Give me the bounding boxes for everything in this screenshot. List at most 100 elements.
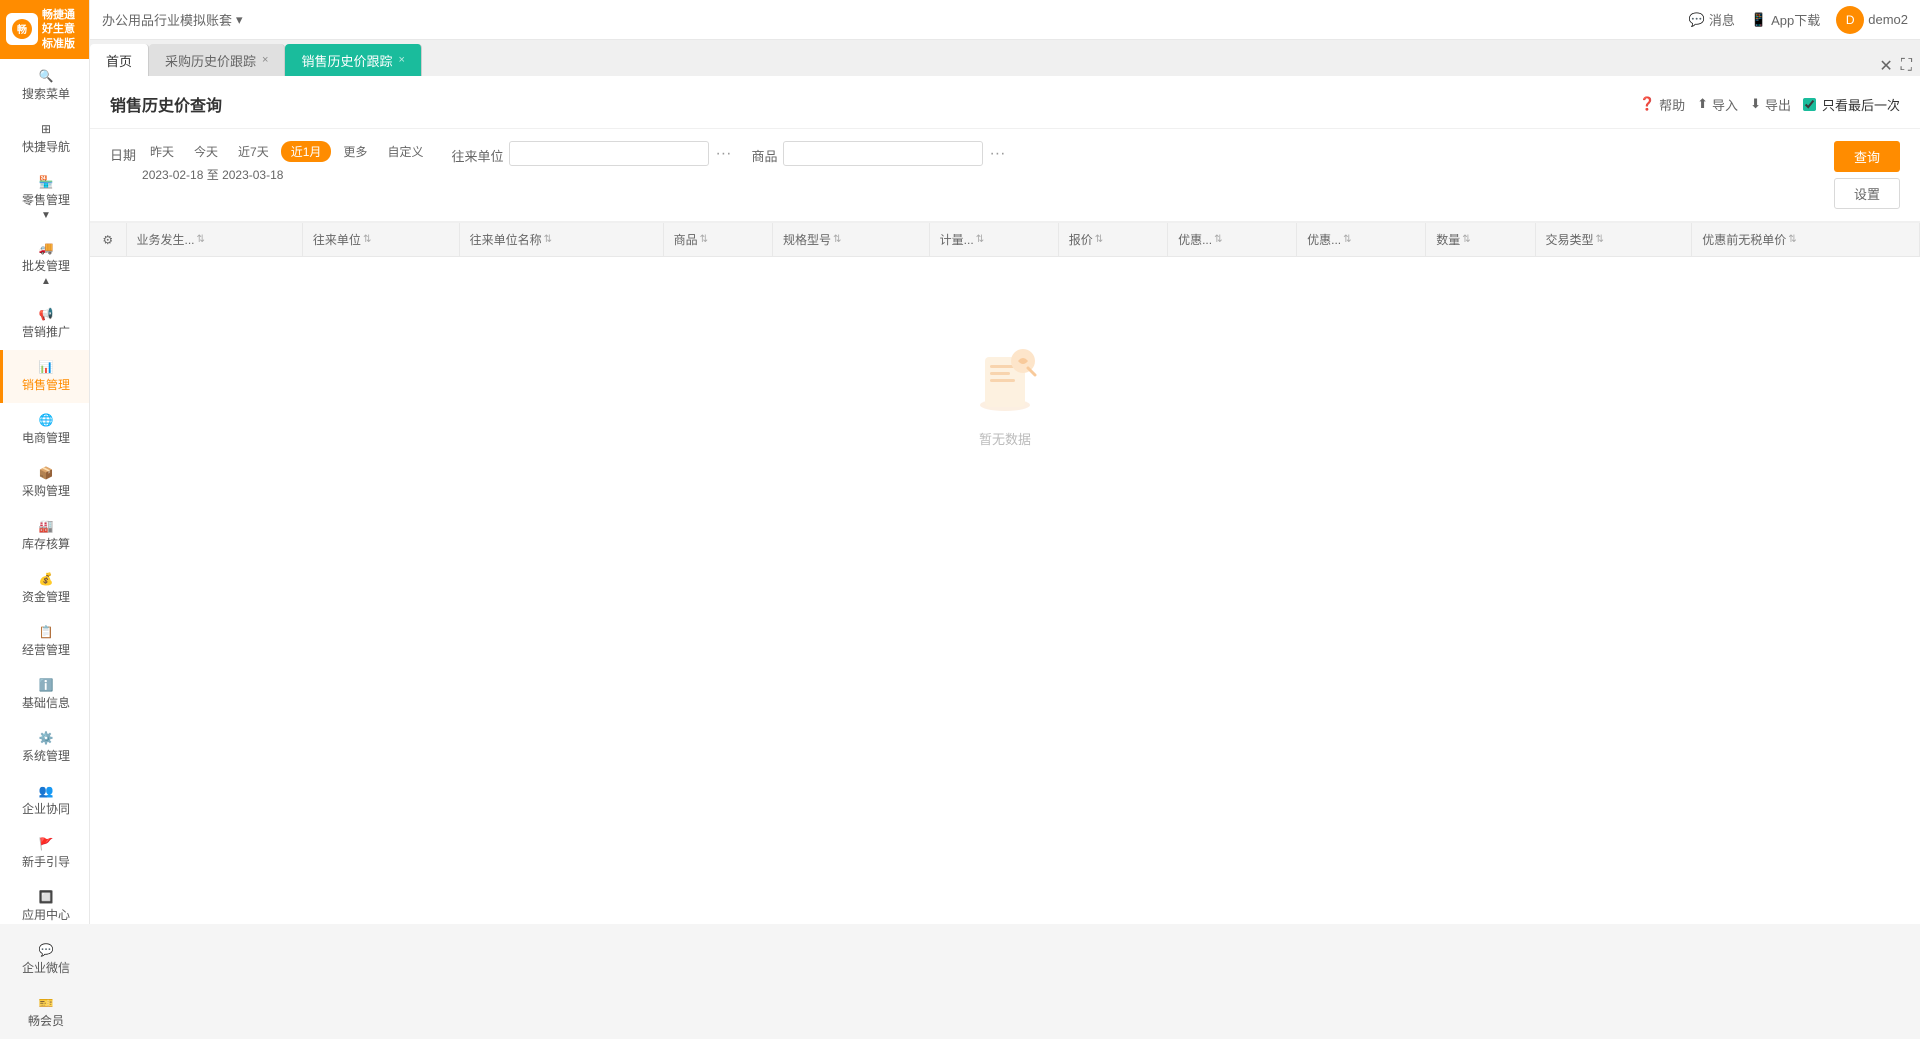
export-action[interactable]: ⬇ 导出 xyxy=(1750,95,1791,114)
close-window-icon[interactable]: ✕ xyxy=(1879,56,1892,76)
apps-icon: 🔲 xyxy=(39,890,54,904)
dropdown-icon: ▾ xyxy=(236,12,243,28)
search-icon: 🔍 xyxy=(39,69,54,83)
date-filter-label: 日期 xyxy=(110,141,136,164)
goods-filter: 商品 ··· xyxy=(751,141,1005,166)
sidebar-item-label: 畅会员 xyxy=(28,1012,64,1029)
date-btn-7days[interactable]: 近7天 xyxy=(230,141,277,162)
only-last-label: 只看最后一次 xyxy=(1822,95,1900,114)
partner-picker-icon[interactable]: ··· xyxy=(715,145,731,163)
only-last-checkbox[interactable] xyxy=(1803,98,1816,111)
sidebar-item-sales[interactable]: 📊 销售管理 xyxy=(0,350,89,403)
export-icon: ⬇ xyxy=(1750,96,1761,112)
sort-icon: ⇅ xyxy=(700,234,708,245)
sidebar-item-search[interactable]: 🔍 搜索菜单 xyxy=(0,59,89,112)
sidebar-item-system[interactable]: ⚙️ 系统管理 xyxy=(0,721,89,774)
box-icon: 📦 xyxy=(39,466,54,480)
date-btn-today[interactable]: 今天 xyxy=(186,141,226,162)
company-selector[interactable]: 办公用品行业模拟账套 ▾ xyxy=(102,10,243,29)
chart-icon: 📊 xyxy=(39,360,54,374)
date-filter: 昨天 今天 近7天 近1月 更多 自定义 2023-02-18 至 2023-0… xyxy=(142,141,431,183)
avatar: D xyxy=(1836,6,1864,34)
sidebar-item-guide[interactable]: 🚩 新手引导 xyxy=(0,827,89,880)
sidebar-item-retail[interactable]: 🏪 零售管理 ▼ xyxy=(0,165,89,231)
col-partner-name: 往来单位名称 ⇅ xyxy=(459,223,663,257)
goods-input[interactable] xyxy=(783,141,983,166)
team-icon: 👥 xyxy=(39,784,54,798)
table-container: ⚙ 业务发生... ⇅ 往来单位 ⇅ xyxy=(90,223,1920,924)
date-btn-custom[interactable]: 自定义 xyxy=(379,141,431,162)
sidebar-item-label: 零售管理 xyxy=(22,191,70,208)
goods-filter-label: 商品 xyxy=(751,142,777,165)
sidebar-item-shortcuts[interactable]: ⊞ 快捷导航 xyxy=(0,112,89,165)
sidebar-item-wholesale[interactable]: 🚚 批发管理 ▲ xyxy=(0,231,89,297)
sort-icon: ⇅ xyxy=(1788,234,1796,245)
tab-label: 首页 xyxy=(106,51,132,70)
gear-icon[interactable]: ⚙ xyxy=(102,233,113,247)
col-partner-code: 往来单位 ⇅ xyxy=(302,223,459,257)
sidebar-item-inventory[interactable]: 🏭 库存核算 xyxy=(0,509,89,562)
date-range-display: 2023-02-18 至 2023-03-18 xyxy=(142,166,431,183)
message-action[interactable]: 💬 消息 xyxy=(1689,10,1735,29)
partner-input[interactable] xyxy=(509,141,709,166)
col-discount1: 优惠... ⇅ xyxy=(1168,223,1297,257)
report-icon: 📋 xyxy=(39,625,54,639)
sidebar-item-label: 资金管理 xyxy=(22,588,70,605)
tab-close-icon[interactable]: × xyxy=(262,54,268,66)
sidebar-item-operations[interactable]: 📋 经营管理 xyxy=(0,615,89,668)
maximize-icon[interactable]: ⛶ xyxy=(1901,57,1912,75)
tab-home[interactable]: 首页 xyxy=(90,44,149,76)
flag-icon: 🚩 xyxy=(39,837,54,851)
help-action[interactable]: ❓ 帮助 xyxy=(1639,95,1685,114)
col-settings: ⚙ xyxy=(90,223,126,257)
sort-icon: ⇅ xyxy=(1095,234,1103,245)
col-spec: 规格型号 ⇅ xyxy=(772,223,929,257)
tab-close-icon[interactable]: × xyxy=(398,54,404,66)
sidebar-item-finance[interactable]: 💰 资金管理 xyxy=(0,562,89,615)
sidebar-item-wechat[interactable]: 💬 企业微信 xyxy=(0,933,89,986)
sidebar-item-appstore[interactable]: 🔲 应用中心 xyxy=(0,880,89,933)
data-table: ⚙ 业务发生... ⇅ 往来单位 ⇅ xyxy=(90,223,1920,257)
message-icon: 💬 xyxy=(1689,12,1705,28)
user-menu[interactable]: D demo2 xyxy=(1836,6,1908,34)
main-content: 办公用品行业模拟账套 ▾ 💬 消息 📱 App下载 D demo2 首页 采购历… xyxy=(90,0,1920,924)
import-action[interactable]: ⬆ 导入 xyxy=(1697,95,1738,114)
query-button[interactable]: 查询 xyxy=(1834,141,1900,172)
col-unit: 计量... ⇅ xyxy=(929,223,1058,257)
sidebar-item-ecommerce[interactable]: 🌐 电商管理 xyxy=(0,403,89,456)
page-title: 销售历史价查询 xyxy=(110,92,222,116)
tab-purchase-history[interactable]: 采购历史价跟踪 × xyxy=(149,44,285,76)
app-name: 畅捷通好生意 标准版 xyxy=(42,8,83,51)
sidebar: 畅 畅捷通好生意 标准版 🔍 搜索菜单 ⊞ 快捷导航 🏪 零售管理 ▼ 🚚 批发… xyxy=(0,0,90,924)
sidebar-item-purchase[interactable]: 📦 采购管理 xyxy=(0,456,89,509)
globe-icon: 🌐 xyxy=(39,413,54,427)
date-btn-yesterday[interactable]: 昨天 xyxy=(142,141,182,162)
sidebar-item-label: 销售管理 xyxy=(22,376,70,393)
date-btn-1month[interactable]: 近1月 xyxy=(281,141,332,162)
user-name: demo2 xyxy=(1868,12,1908,27)
app-logo[interactable]: 畅 畅捷通好生意 标准版 xyxy=(0,0,89,59)
sort-icon: ⇅ xyxy=(976,234,984,245)
col-trade-type: 交易类型 ⇅ xyxy=(1535,223,1692,257)
settings-button[interactable]: 设置 xyxy=(1834,178,1900,209)
sidebar-item-label: 电商管理 xyxy=(22,429,70,446)
goods-picker-icon[interactable]: ··· xyxy=(989,145,1005,163)
sort-icon: ⇅ xyxy=(363,234,371,245)
date-btn-more[interactable]: 更多 xyxy=(335,141,375,162)
sidebar-item-label: 营销推广 xyxy=(22,323,70,340)
date-options: 昨天 今天 近7天 近1月 更多 自定义 xyxy=(142,141,431,162)
app-download-action[interactable]: 📱 App下载 xyxy=(1751,10,1820,29)
sidebar-item-label: 搜索菜单 xyxy=(22,85,70,102)
sort-icon: ⇅ xyxy=(833,234,841,245)
settings-icon: ⚙️ xyxy=(39,731,54,745)
col-discount2: 优惠... ⇅ xyxy=(1297,223,1426,257)
sidebar-item-enterprise[interactable]: 👥 企业协同 xyxy=(0,774,89,827)
tab-sales-history[interactable]: 销售历史价跟踪 × xyxy=(285,44,421,76)
sidebar-item-marketing[interactable]: 📢 营销推广 xyxy=(0,297,89,350)
empty-state: 暂无数据 xyxy=(90,257,1920,528)
tabbar: 首页 采购历史价跟踪 × 销售历史价跟踪 × ✕ ⛶ xyxy=(90,40,1920,76)
sidebar-item-basic[interactable]: ℹ️ 基础信息 xyxy=(0,668,89,721)
chevron-down-icon: ▼ xyxy=(41,210,51,221)
tab-label: 销售历史价跟踪 xyxy=(301,51,392,70)
sidebar-item-member[interactable]: 🎫 畅会员 xyxy=(0,986,89,1039)
